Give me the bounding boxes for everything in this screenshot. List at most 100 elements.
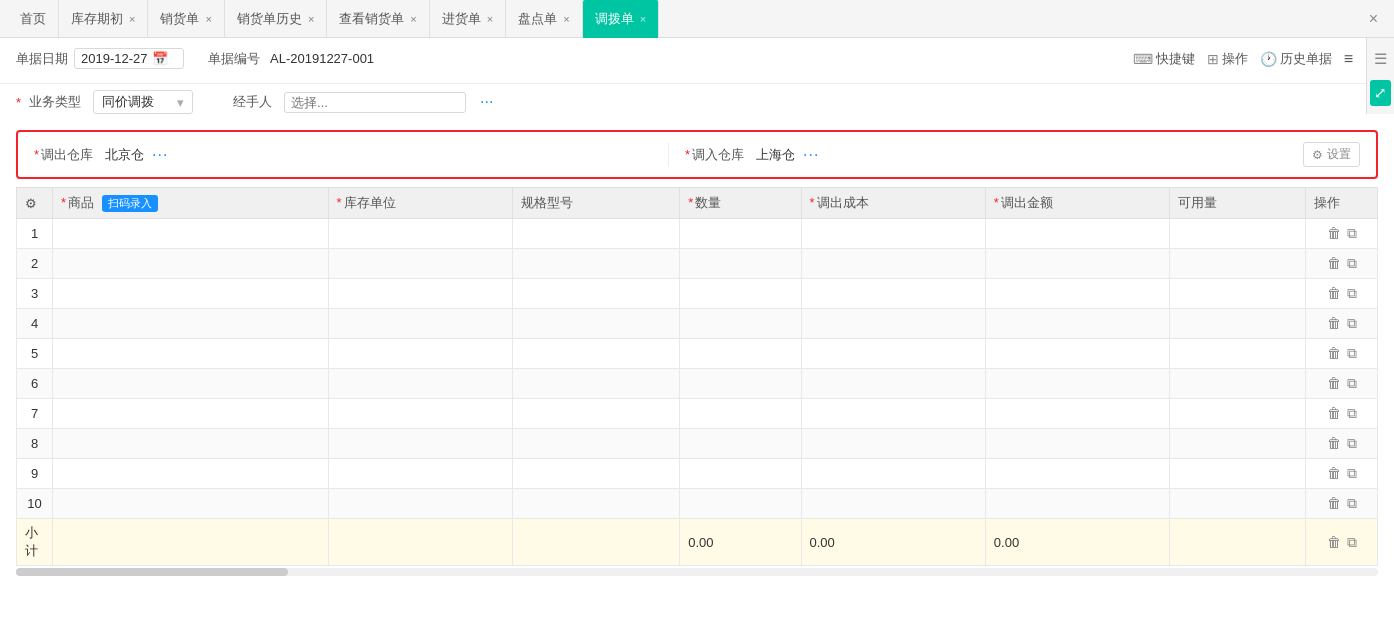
table-cell-qty[interactable] bbox=[680, 279, 801, 309]
table-cell-unit[interactable] bbox=[328, 369, 512, 399]
table-cell-unit[interactable] bbox=[328, 459, 512, 489]
shortcut-btn[interactable]: ⌨ 快捷键 bbox=[1133, 50, 1195, 68]
table-cell-product[interactable] bbox=[53, 459, 329, 489]
table-cell-amount[interactable] bbox=[985, 429, 1169, 459]
table-cell-cost[interactable] bbox=[801, 459, 985, 489]
table-cell-amount[interactable] bbox=[985, 219, 1169, 249]
table-cell-available[interactable] bbox=[1170, 219, 1306, 249]
table-cell-cost[interactable] bbox=[801, 429, 985, 459]
table-cell-product[interactable] bbox=[53, 429, 329, 459]
close-all-tabs[interactable]: × bbox=[1361, 10, 1386, 28]
ops-btn[interactable]: ⊞ 操作 bbox=[1207, 50, 1248, 68]
copy-row-icon[interactable]: ⧉ bbox=[1347, 345, 1357, 362]
copy-row-icon[interactable]: ⧉ bbox=[1347, 465, 1357, 482]
table-cell-amount[interactable] bbox=[985, 459, 1169, 489]
table-cell-spec[interactable] bbox=[512, 399, 679, 429]
table-cell-product[interactable] bbox=[53, 489, 329, 519]
table-cell-available[interactable] bbox=[1170, 249, 1306, 279]
table-cell-amount[interactable] bbox=[985, 489, 1169, 519]
table-cell-spec[interactable] bbox=[512, 369, 679, 399]
copy-row-icon[interactable]: ⧉ bbox=[1347, 405, 1357, 422]
delete-row-icon[interactable]: 🗑 bbox=[1327, 255, 1341, 272]
table-cell-spec[interactable] bbox=[512, 279, 679, 309]
subtotal-delete-icon[interactable]: 🗑 bbox=[1327, 534, 1341, 551]
close-view-sales[interactable]: × bbox=[410, 13, 416, 25]
doc-date-input[interactable]: 2019-12-27 📅 bbox=[74, 48, 184, 69]
table-cell-unit[interactable] bbox=[328, 429, 512, 459]
table-cell-amount[interactable] bbox=[985, 339, 1169, 369]
delete-row-icon[interactable]: 🗑 bbox=[1327, 435, 1341, 452]
tab-sales-order[interactable]: 销货单 × bbox=[148, 0, 224, 38]
table-cell-cost[interactable] bbox=[801, 339, 985, 369]
transfer-out-dots[interactable]: ··· bbox=[152, 146, 168, 164]
table-cell-product[interactable] bbox=[53, 339, 329, 369]
close-purchase-order[interactable]: × bbox=[487, 13, 493, 25]
copy-row-icon[interactable]: ⧉ bbox=[1347, 375, 1357, 392]
delete-row-icon[interactable]: 🗑 bbox=[1327, 225, 1341, 242]
delete-row-icon[interactable]: 🗑 bbox=[1327, 285, 1341, 302]
table-cell-amount[interactable] bbox=[985, 309, 1169, 339]
table-cell-available[interactable] bbox=[1170, 369, 1306, 399]
table-cell-unit[interactable] bbox=[328, 399, 512, 429]
table-cell-cost[interactable] bbox=[801, 369, 985, 399]
table-cell-product[interactable] bbox=[53, 279, 329, 309]
layout-btn1[interactable]: ≡ bbox=[1344, 50, 1353, 68]
table-cell-qty[interactable] bbox=[680, 339, 801, 369]
copy-row-icon[interactable]: ⧉ bbox=[1347, 255, 1357, 272]
tab-purchase-order[interactable]: 进货单 × bbox=[430, 0, 506, 38]
table-cell-available[interactable] bbox=[1170, 489, 1306, 519]
table-cell-qty[interactable] bbox=[680, 489, 801, 519]
table-cell-unit[interactable] bbox=[328, 279, 512, 309]
table-cell-qty[interactable] bbox=[680, 249, 801, 279]
table-cell-available[interactable] bbox=[1170, 399, 1306, 429]
table-cell-product[interactable] bbox=[53, 399, 329, 429]
tab-transfer-order[interactable]: 调拨单 × bbox=[583, 0, 659, 38]
table-cell-qty[interactable] bbox=[680, 369, 801, 399]
table-cell-qty[interactable] bbox=[680, 219, 801, 249]
table-cell-cost[interactable] bbox=[801, 219, 985, 249]
table-cell-spec[interactable] bbox=[512, 459, 679, 489]
table-cell-cost[interactable] bbox=[801, 309, 985, 339]
horizontal-scrollbar[interactable] bbox=[16, 568, 1378, 576]
calendar-icon[interactable]: 📅 bbox=[152, 51, 168, 66]
subtotal-copy-icon[interactable]: ⧉ bbox=[1347, 534, 1357, 551]
table-cell-product[interactable] bbox=[53, 369, 329, 399]
transfer-in-dots[interactable]: ··· bbox=[803, 146, 819, 164]
table-cell-available[interactable] bbox=[1170, 429, 1306, 459]
expand-sidebar-icon[interactable]: ⤢ bbox=[1370, 80, 1391, 106]
table-cell-spec[interactable] bbox=[512, 219, 679, 249]
list-sidebar-icon[interactable]: ☰ bbox=[1370, 46, 1391, 72]
table-gear-icon[interactable]: ⚙ bbox=[25, 196, 37, 211]
tab-home[interactable]: 首页 bbox=[8, 0, 59, 38]
copy-row-icon[interactable]: ⧉ bbox=[1347, 435, 1357, 452]
delete-row-icon[interactable]: 🗑 bbox=[1327, 495, 1341, 512]
table-cell-product[interactable] bbox=[53, 249, 329, 279]
table-cell-product[interactable] bbox=[53, 309, 329, 339]
table-cell-qty[interactable] bbox=[680, 459, 801, 489]
delete-row-icon[interactable]: 🗑 bbox=[1327, 375, 1341, 392]
delete-row-icon[interactable]: 🗑 bbox=[1327, 465, 1341, 482]
table-cell-cost[interactable] bbox=[801, 249, 985, 279]
table-cell-amount[interactable] bbox=[985, 369, 1169, 399]
delete-row-icon[interactable]: 🗑 bbox=[1327, 345, 1341, 362]
table-cell-amount[interactable] bbox=[985, 249, 1169, 279]
close-inventory-init[interactable]: × bbox=[129, 13, 135, 25]
handler-dots-btn[interactable]: ··· bbox=[480, 93, 493, 111]
copy-row-icon[interactable]: ⧉ bbox=[1347, 225, 1357, 242]
table-cell-spec[interactable] bbox=[512, 429, 679, 459]
tab-inventory-init[interactable]: 库存期初 × bbox=[59, 0, 148, 38]
table-cell-available[interactable] bbox=[1170, 309, 1306, 339]
delete-row-icon[interactable]: 🗑 bbox=[1327, 405, 1341, 422]
close-sales-history[interactable]: × bbox=[308, 13, 314, 25]
biz-type-select[interactable]: 同价调拨 ▾ bbox=[93, 90, 193, 114]
table-cell-cost[interactable] bbox=[801, 279, 985, 309]
table-cell-unit[interactable] bbox=[328, 339, 512, 369]
copy-row-icon[interactable]: ⧉ bbox=[1347, 285, 1357, 302]
table-cell-qty[interactable] bbox=[680, 399, 801, 429]
table-cell-spec[interactable] bbox=[512, 339, 679, 369]
table-cell-unit[interactable] bbox=[328, 219, 512, 249]
scan-btn[interactable]: 扫码录入 bbox=[102, 195, 158, 212]
handler-input[interactable] bbox=[284, 92, 466, 113]
table-cell-amount[interactable] bbox=[985, 279, 1169, 309]
setting-button[interactable]: ⚙ 设置 bbox=[1303, 142, 1360, 167]
